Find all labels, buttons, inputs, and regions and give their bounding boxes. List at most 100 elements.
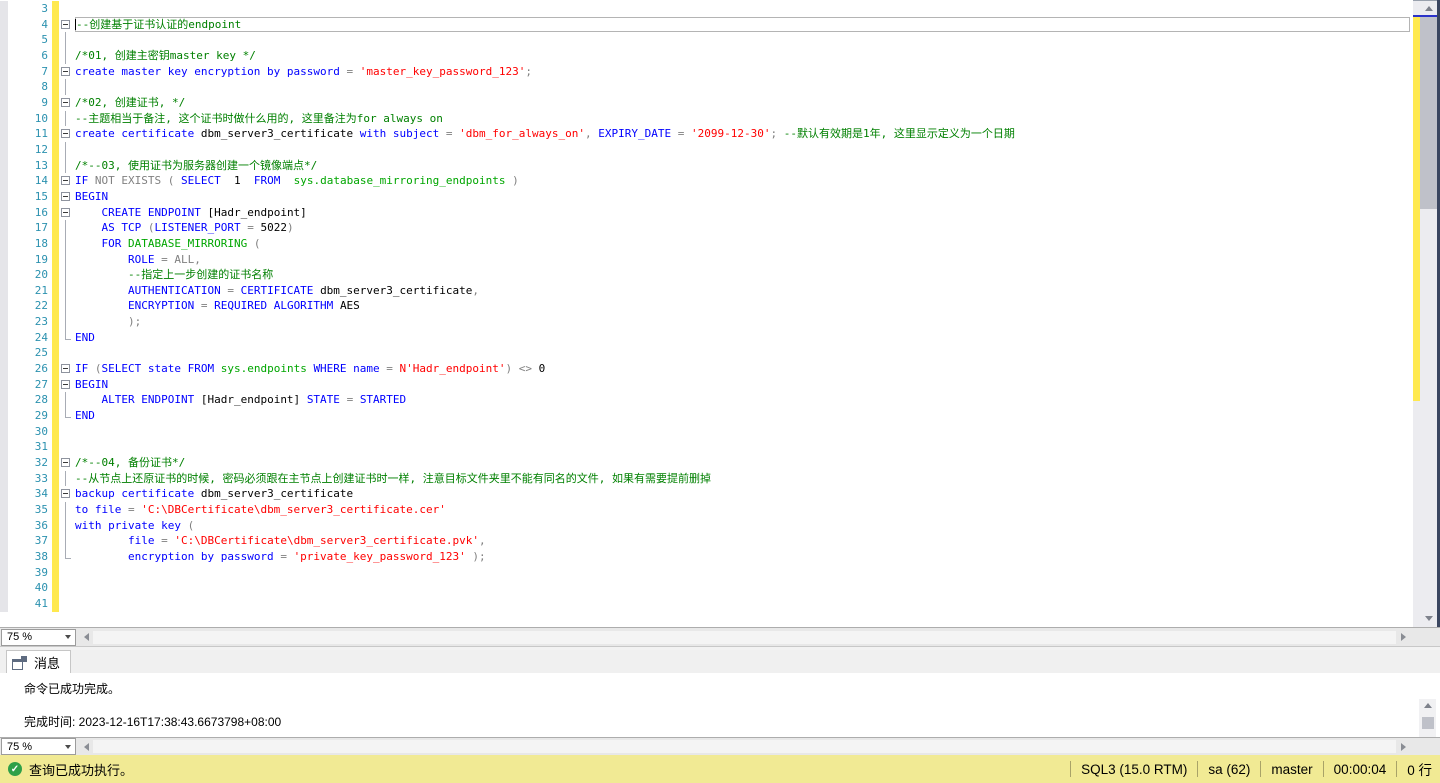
fold-collapse-box[interactable] [61, 458, 70, 468]
code-text[interactable] [75, 345, 1410, 361]
code-text[interactable]: /*--04, 备份证书*/ [75, 455, 1410, 471]
editor-zoom-select[interactable]: 75 % [1, 628, 76, 646]
code-text[interactable]: encryption by password = 'private_key_pa… [75, 549, 1410, 565]
code-line-17[interactable]: 17 AS TCP (LISTENER_PORT = 5022) [0, 220, 1410, 236]
code-line-34[interactable]: 34 backup certificate dbm_server3_certifi… [0, 486, 1410, 502]
code-line-36[interactable]: 36 with private key ( [0, 517, 1410, 534]
scrollbar-thumb[interactable] [1421, 717, 1434, 729]
code-text[interactable] [75, 565, 1410, 581]
messages-horizontal-scrollbar[interactable] [93, 740, 1396, 753]
code-text[interactable] [75, 424, 1410, 440]
fold-collapse-box[interactable] [61, 489, 70, 499]
code-text[interactable] [75, 32, 1410, 48]
code-text[interactable]: --指定上一步创建的证书名称 [75, 267, 1410, 283]
code-line-27[interactable]: 27 BEGIN [0, 376, 1410, 393]
code-text[interactable] [75, 596, 1410, 612]
fold-collapse-box[interactable] [61, 207, 70, 217]
code-text[interactable]: ALTER ENDPOINT [Hadr_endpoint] STATE = S… [75, 392, 1410, 408]
code-text[interactable] [75, 1, 1410, 17]
fold-collapse-box[interactable] [61, 364, 70, 374]
code-text[interactable]: with private key ( [75, 518, 1410, 534]
code-line-35[interactable]: 35 to file = 'C:\DBCertificate\dbm_server… [0, 502, 1410, 518]
code-text[interactable] [75, 439, 1410, 455]
fold-collapse-box[interactable] [61, 379, 70, 389]
code-text[interactable]: ROLE = ALL, [75, 252, 1410, 268]
code-text[interactable]: END [75, 330, 1410, 346]
code-line-26[interactable]: 26 IF (SELECT state FROM sys.endpoints WH… [0, 361, 1410, 377]
code-line-23[interactable]: 23 ); [0, 314, 1410, 330]
editor-vertical-scrollbar[interactable] [1413, 0, 1437, 627]
scroll-left-icon[interactable] [79, 628, 93, 646]
code-line-13[interactable]: 13 /*--03, 使用证书为服务器创建一个镜像端点*/ [0, 157, 1410, 174]
code-text[interactable]: BEGIN [75, 189, 1410, 205]
code-text[interactable]: /*02, 创建证书, */ [75, 95, 1410, 111]
code-line-37[interactable]: 37 file = 'C:\DBCertificate\dbm_server3_… [0, 533, 1410, 549]
code-text[interactable]: IF NOT EXISTS ( SELECT 1 FROM sys.databa… [75, 173, 1410, 189]
code-line-3[interactable]: 3 [0, 1, 1410, 17]
fold-collapse-box[interactable] [61, 19, 70, 29]
code-line-21[interactable]: 21 AUTHENTICATION = CERTIFICATE dbm_serv… [0, 282, 1410, 299]
code-line-19[interactable]: 19 ROLE = ALL, [0, 251, 1410, 268]
code-line-8[interactable]: 8 [0, 79, 1410, 95]
code-text[interactable]: FOR DATABASE_MIRRORING ( [75, 236, 1410, 252]
code-line-31[interactable]: 31 [0, 439, 1410, 456]
code-line-33[interactable]: 33 --从节点上还原证书的时候, 密码必须跟在主节点上创建证书时一样, 注意目标… [0, 470, 1410, 487]
code-line-10[interactable]: 10 --主题相当于备注, 这个证书时做什么用的, 这里备注为for always… [0, 110, 1410, 127]
code-line-22[interactable]: 22 ENCRYPTION = REQUIRED ALGORITHM AES [0, 298, 1410, 315]
code-text[interactable]: file = 'C:\DBCertificate\dbm_server3_cer… [75, 533, 1410, 549]
fold-collapse-box[interactable] [61, 129, 70, 139]
code-text[interactable] [75, 79, 1410, 95]
code-line-41[interactable]: 41 [0, 595, 1410, 612]
code-text[interactable]: create master key encryption by password… [75, 64, 1410, 80]
code-line-14[interactable]: 14 IF NOT EXISTS ( SELECT 1 FROM sys.data… [0, 173, 1410, 189]
messages-zoom-select[interactable]: 75 % [1, 738, 76, 755]
code-line-32[interactable]: 32 /*--04, 备份证书*/ [0, 455, 1410, 471]
code-line-29[interactable]: 29 END [0, 408, 1410, 424]
code-line-16[interactable]: 16 CREATE ENDPOINT [Hadr_endpoint] [0, 204, 1410, 221]
code-text[interactable]: IF (SELECT state FROM sys.endpoints WHER… [75, 361, 1410, 377]
editor-horizontal-scrollbar[interactable] [93, 630, 1396, 644]
code-line-7[interactable]: 7 create master key encryption by passwor… [0, 63, 1410, 80]
code-line-24[interactable]: 24 END [0, 329, 1410, 346]
code-line-5[interactable]: 5 [0, 32, 1410, 48]
code-text[interactable]: AUTHENTICATION = CERTIFICATE dbm_server3… [75, 283, 1410, 299]
code-editor[interactable]: 3 4 --创建基于证书认证的endpoint 5 6/*01, 创建主密钥master… [0, 0, 1440, 627]
code-line-4[interactable]: 4 --创建基于证书认证的endpoint [0, 16, 1410, 33]
scrollbar-thumb[interactable] [1420, 17, 1437, 209]
code-text[interactable] [75, 580, 1410, 596]
code-line-39[interactable]: 39 [0, 564, 1410, 581]
fold-collapse-box[interactable] [61, 66, 70, 76]
code-text[interactable]: ); [75, 314, 1410, 330]
code-text[interactable]: to file = 'C:\DBCertificate\dbm_server3_… [75, 502, 1410, 518]
code-line-15[interactable]: 15 BEGIN [0, 188, 1410, 205]
code-text[interactable]: --创建基于证书认证的endpoint [75, 17, 1410, 33]
code-text[interactable]: AS TCP (LISTENER_PORT = 5022) [75, 220, 1410, 236]
code-line-25[interactable]: 25 [0, 345, 1410, 362]
code-text[interactable]: /*01, 创建主密钥master key */ [75, 48, 1410, 64]
scroll-right-icon[interactable] [1396, 738, 1410, 755]
code-line-28[interactable]: 28 ALTER ENDPOINT [Hadr_endpoint] STATE … [0, 392, 1410, 409]
fold-collapse-box[interactable] [61, 97, 70, 107]
scroll-up-icon[interactable] [1419, 699, 1436, 711]
code-line-20[interactable]: 20 --指定上一步创建的证书名称 [0, 267, 1410, 283]
scroll-right-icon[interactable] [1396, 628, 1410, 646]
code-line-9[interactable]: 9 /*02, 创建证书, */ [0, 94, 1410, 111]
code-text[interactable]: END [75, 408, 1410, 424]
code-line-38[interactable]: 38 encryption by password = 'private_key… [0, 548, 1410, 565]
code-text[interactable]: --主题相当于备注, 这个证书时做什么用的, 这里备注为for always o… [75, 111, 1410, 127]
code-text[interactable]: BEGIN [75, 377, 1410, 393]
code-line-18[interactable]: 18 FOR DATABASE_MIRRORING ( [0, 235, 1410, 252]
scroll-left-icon[interactable] [79, 738, 93, 755]
code-text[interactable]: --从节点上还原证书的时候, 密码必须跟在主节点上创建证书时一样, 注意目标文件… [75, 471, 1410, 487]
code-line-30[interactable]: 30 [0, 423, 1410, 440]
code-line-11[interactable]: 11 create certificate dbm_server3_certifi… [0, 126, 1410, 142]
code-text[interactable]: /*--03, 使用证书为服务器创建一个镜像端点*/ [75, 158, 1410, 174]
tab-messages[interactable]: 消息 [6, 650, 72, 673]
code-line-40[interactable]: 40 [0, 580, 1410, 596]
code-line-12[interactable]: 12 [0, 141, 1410, 158]
fold-collapse-box[interactable] [61, 176, 70, 186]
code-text[interactable]: CREATE ENDPOINT [Hadr_endpoint] [75, 205, 1410, 221]
scroll-down-icon[interactable] [1420, 611, 1437, 625]
scroll-up-icon[interactable] [1420, 1, 1437, 15]
code-text[interactable]: create certificate dbm_server3_certifica… [75, 126, 1410, 142]
